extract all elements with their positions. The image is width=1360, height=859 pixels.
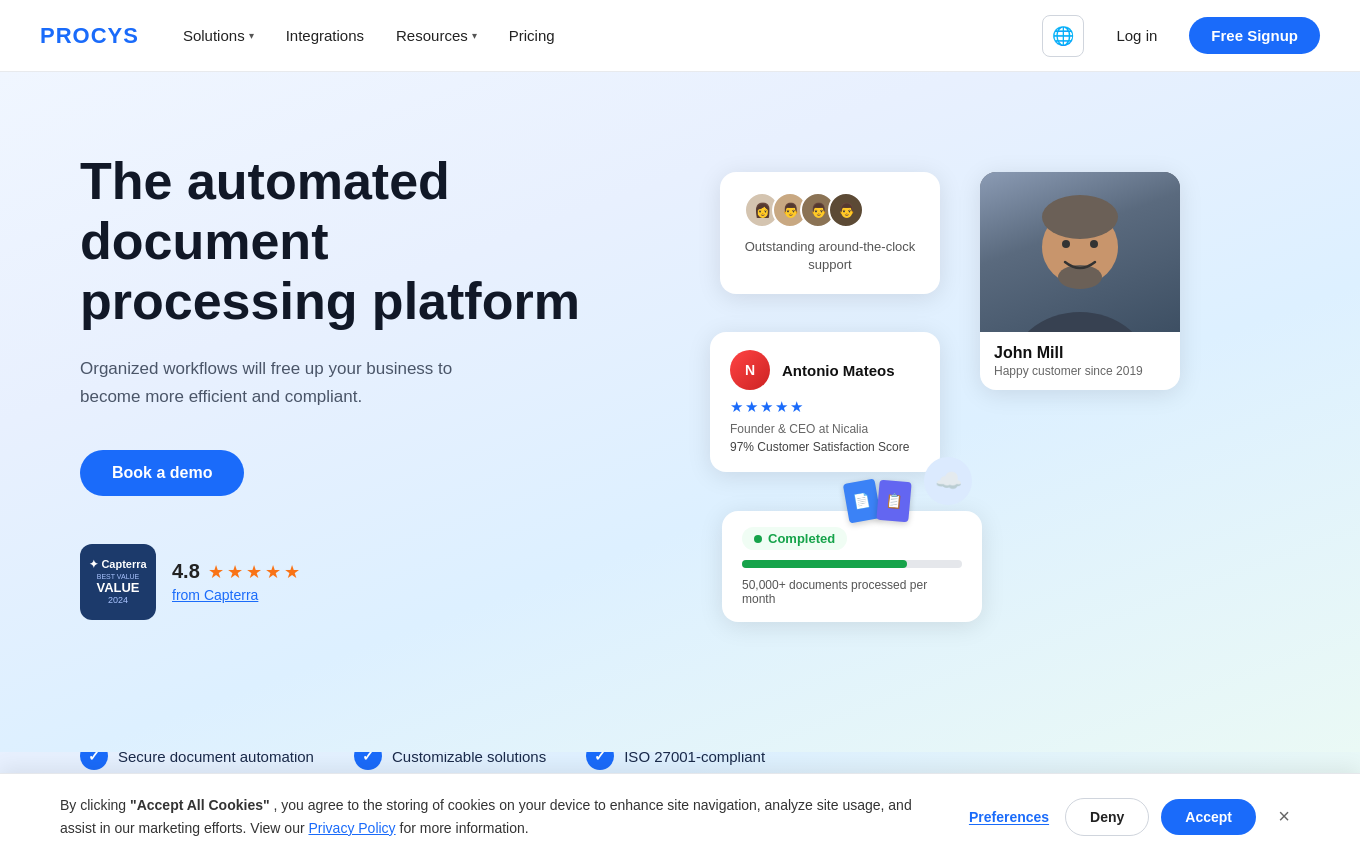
support-card: 👩 👨 👨 👨 Outstanding around-the-clock sup… [720,172,940,294]
capterra-year: 2024 [108,595,128,605]
profile-photo-bg [980,172,1180,332]
cookie-banner: By clicking "Accept All Cookies" , you a… [0,773,1360,800]
completed-dot [754,535,762,543]
capterra-row: ✦ Capterra BEST VALUE VALUE 2024 4.8 ★ ★… [80,544,600,620]
docs-card: 📄 📋 ☁️ Completed 50,000+ documents proce… [722,511,982,622]
profile-info: John Mill Happy customer since 2019 [980,332,1180,390]
profile-card: John Mill Happy customer since 2019 [980,172,1180,390]
hero-title: The automated document processing platfo… [80,152,600,331]
person-svg [980,172,1180,332]
capterra-info: 4.8 ★ ★ ★ ★ ★ from Capterra [172,560,300,603]
chevron-down-icon-2: ▾ [472,30,477,41]
review-stars: ★ ★ ★ ★ ★ [730,398,920,416]
rev-star-4: ★ [775,398,788,416]
profile-name: John Mill [994,344,1166,362]
deny-button[interactable]: Deny [1065,798,1149,800]
nav-right: 🌐 Log in Free Signup [1042,15,1320,57]
nav-left: PROCYS Solutions ▾ Integrations Resource… [40,19,567,52]
hero-left: The automated document processing platfo… [80,132,600,620]
cloud-icon: ☁️ [924,457,972,505]
language-button[interactable]: 🌐 [1042,15,1084,57]
profile-photo [980,172,1180,332]
capterra-badge: ✦ Capterra BEST VALUE VALUE 2024 [80,544,156,620]
nav-solutions[interactable]: Solutions ▾ [171,19,266,52]
review-header: N Antonio Mateos [730,350,920,390]
rev-star-1: ★ [730,398,743,416]
doc-icon-1: 📄 [843,479,881,524]
rev-star-5: ★ [790,398,803,416]
svg-point-5 [1090,240,1098,248]
star-5: ★ [284,561,300,583]
support-text: Outstanding around-the-clock support [744,238,916,274]
review-logo: N [730,350,770,390]
completed-badge: Completed [742,527,847,550]
cookie-bold-text: "Accept All Cookies" [130,797,270,800]
capterra-logo-text: ✦ Capterra [89,558,146,571]
signup-button[interactable]: Free Signup [1189,17,1320,54]
accept-button[interactable]: Accept [1161,799,1256,800]
progress-bar-bg [742,560,962,568]
capterra-from-link[interactable]: from Capterra [172,587,300,603]
progress-bar-fill [742,560,907,568]
capterra-best-label: BEST VALUE [97,573,140,580]
capterra-rating: 4.8 ★ ★ ★ ★ ★ [172,560,300,583]
navbar: PROCYS Solutions ▾ Integrations Resource… [0,0,1360,72]
cards-wrapper: 👩 👨 👨 👨 Outstanding around-the-clock sup… [700,152,1180,632]
review-score: 97% Customer Satisfaction Score [730,440,920,454]
rev-star-3: ★ [760,398,773,416]
nav-resources[interactable]: Resources ▾ [384,19,489,52]
login-button[interactable]: Log in [1096,19,1177,52]
review-card: N Antonio Mateos ★ ★ ★ ★ ★ Founder & CEO… [710,332,940,472]
hero-subtitle: Organized workflows will free up your bu… [80,355,500,409]
book-demo-button[interactable]: Book a demo [80,450,244,496]
cookie-text: By clicking "Accept All Cookies" , you a… [60,794,945,800]
avatar-4: 👨 [828,192,864,228]
rev-star-2: ★ [745,398,758,416]
nav-pricing[interactable]: Pricing [497,19,567,52]
svg-point-0 [1010,312,1150,332]
svg-point-4 [1062,240,1070,248]
chevron-down-icon: ▾ [249,30,254,41]
docs-count: 50,000+ documents processed per month [742,578,962,606]
cookie-actions: Preferences Deny Accept × [965,798,1300,800]
star-4: ★ [265,561,281,583]
capterra-value-label: VALUE [96,580,139,595]
avatars-row: 👩 👨 👨 👨 [744,192,916,228]
doc-icons-group: 📄 📋 ☁️ [846,477,962,525]
nav-links: Solutions ▾ Integrations Resources ▾ Pri… [171,19,567,52]
doc-icon-2: 📋 [876,480,911,523]
star-1: ★ [208,561,224,583]
capterra-score: 4.8 [172,560,200,583]
brand-logo[interactable]: PROCYS [40,23,139,49]
star-3: ★ [246,561,262,583]
profile-since: Happy customer since 2019 [994,364,1166,378]
hero-right: 👩 👨 👨 👨 Outstanding around-the-clock sup… [600,132,1280,652]
hero-section: The automated document processing platfo… [0,72,1360,752]
star-rating: ★ ★ ★ ★ ★ [208,561,300,583]
svg-point-2 [1042,195,1118,239]
star-2: ★ [227,561,243,583]
reviewer-title: Founder & CEO at Nicalia [730,422,920,436]
reviewer-name: Antonio Mateos [782,362,895,379]
nav-integrations[interactable]: Integrations [274,19,376,52]
